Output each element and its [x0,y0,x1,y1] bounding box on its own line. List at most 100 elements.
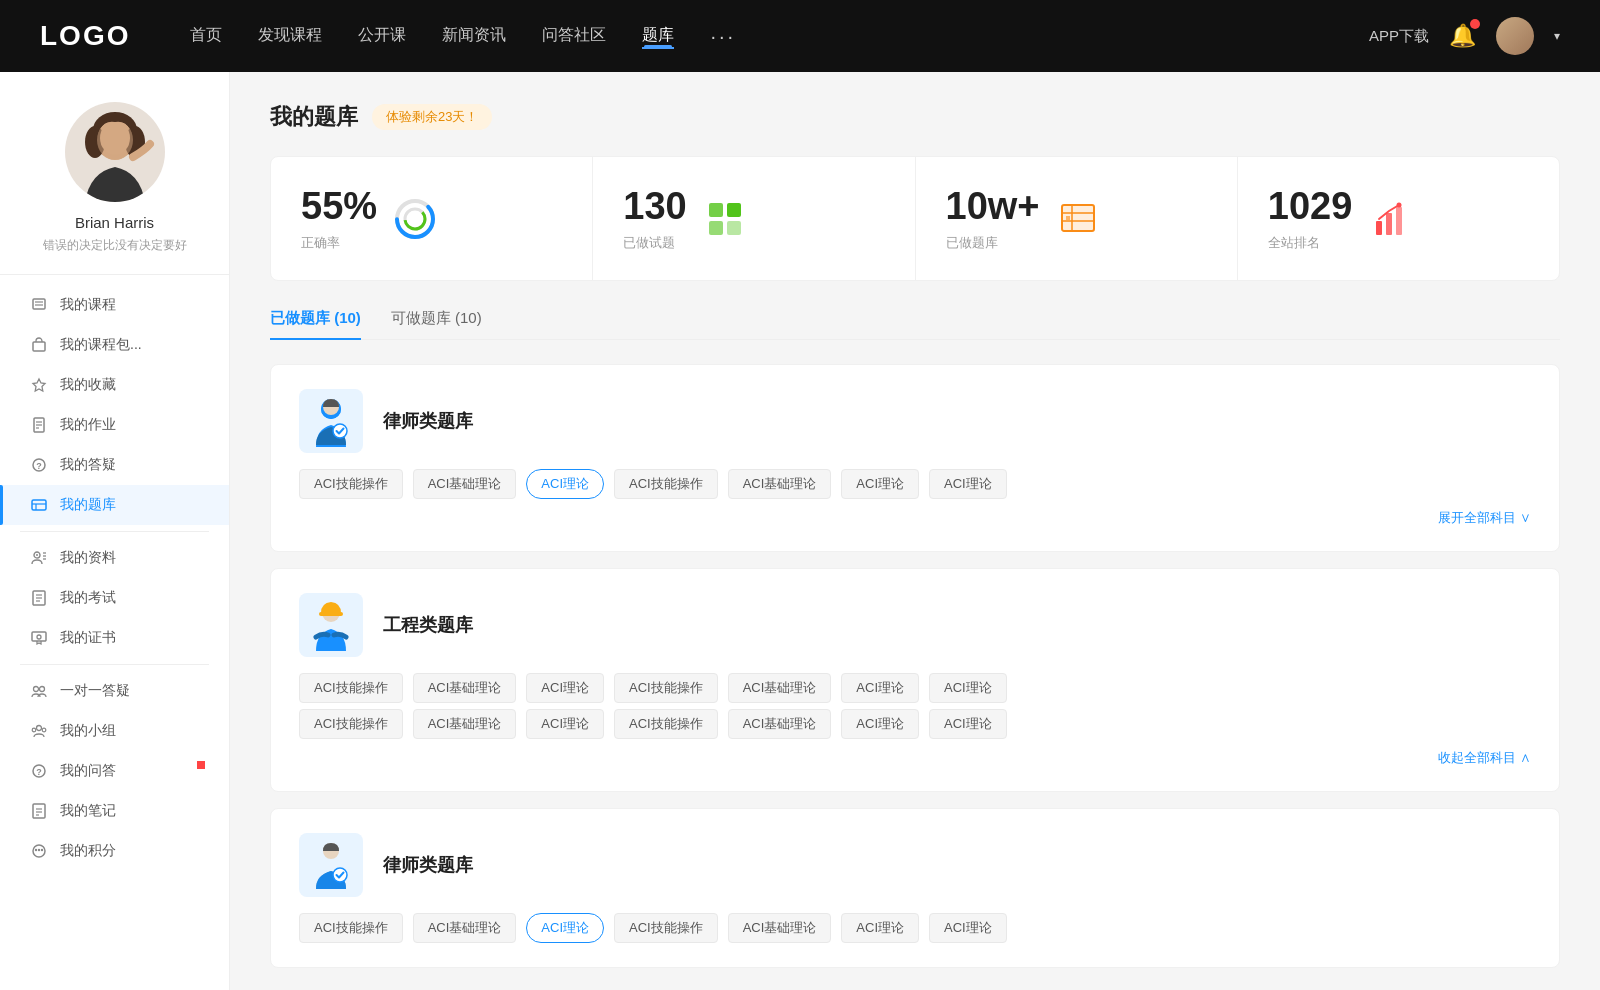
tag[interactable]: ACI理论 [929,469,1007,499]
stat-banks-label: 已做题库 [946,234,1040,252]
tag[interactable]: ACI理论 [841,673,919,703]
sidebar-item-oneone[interactable]: 一对一答疑 [0,671,229,711]
nav-link-open[interactable]: 公开课 [358,25,406,48]
sidebar-item-points[interactable]: 我的积分 [0,831,229,871]
tag[interactable]: ACI理论 [929,709,1007,739]
nav-app-download[interactable]: APP下载 [1369,27,1429,46]
tag[interactable]: ACI技能操作 [299,469,403,499]
tag[interactable]: ACI技能操作 [614,469,718,499]
nav-dropdown-arrow[interactable]: ▾ [1554,29,1560,43]
layout: Brian Harris 错误的决定比没有决定要好 我的课程 我的课程包... [0,72,1600,990]
sidebar-item-cert[interactable]: 我的证书 [0,618,229,658]
tag[interactable]: ACI基础理论 [728,709,832,739]
page-header: 我的题库 体验剩余23天！ [270,102,1560,132]
bank-card-3-icon [299,833,363,897]
stat-rank-value: 1029 [1268,185,1353,228]
stat-accuracy-label: 正确率 [301,234,377,252]
main-content: 我的题库 体验剩余23天！ 55% 正确率 [230,72,1600,990]
nav-link-discover[interactable]: 发现课程 [258,25,322,48]
homework-icon [30,416,48,434]
tag[interactable]: ACI理论 [841,913,919,943]
trial-badge: 体验剩余23天！ [372,104,492,130]
nav-link-news[interactable]: 新闻资讯 [442,25,506,48]
tag[interactable]: ACI技能操作 [299,673,403,703]
tab-done[interactable]: 已做题库 (10) [270,309,361,340]
qa-badge [197,761,205,769]
tag[interactable]: ACI基础理论 [728,673,832,703]
sidebar-item-bank[interactable]: 我的题库 [0,485,229,525]
tab-todo[interactable]: 可做题库 (10) [391,309,482,339]
svg-point-36 [42,728,46,732]
bank-card-2-collapse[interactable]: 收起全部科目 ∧ [299,749,1531,767]
stat-banks: 10w+ 已做题库 [916,157,1238,280]
bank-card-1-tags: ACI技能操作 ACI基础理论 ACI理论 ACI技能操作 ACI基础理论 AC… [299,469,1531,499]
sidebar-item-homework[interactable]: 我的作业 [0,405,229,445]
svg-rect-10 [33,342,45,351]
bank-card-3: 律师类题库 ACI技能操作 ACI基础理论 ACI理论 ACI技能操作 ACI基… [270,808,1560,968]
sidebar-label-exam: 我的考试 [60,589,116,607]
svg-rect-51 [709,203,723,217]
tag[interactable]: ACI理论 [841,709,919,739]
sidebar-item-favorites[interactable]: 我的收藏 [0,365,229,405]
sidebar-item-notes[interactable]: 我的笔记 [0,791,229,831]
tag[interactable]: ACI基础理论 [413,469,517,499]
svg-point-32 [34,686,39,691]
sidebar-label-course: 我的课程 [60,296,116,314]
stat-questions-label: 已做试题 [623,234,686,252]
svg-point-45 [38,849,40,851]
sidebar-item-question[interactable]: ? 我的答疑 [0,445,229,485]
navbar: LOGO 首页 发现课程 公开课 新闻资讯 问答社区 题库 ··· APP下载 … [0,0,1600,72]
nav-logo: LOGO [40,20,130,52]
page-title: 我的题库 [270,102,358,132]
nav-link-qa[interactable]: 问答社区 [542,25,606,48]
tag[interactable]: ACI理论 [526,673,604,703]
tag[interactable]: ACI理论 [841,469,919,499]
svg-rect-70 [319,612,343,616]
profile-avatar [65,102,165,202]
bank-card-1-icon [299,389,363,453]
tag[interactable]: ACI理论 [929,913,1007,943]
tag[interactable]: ACI基础理论 [413,673,517,703]
svg-rect-52 [727,203,741,217]
bank-card-2-tags-row1: ACI技能操作 ACI基础理论 ACI理论 ACI技能操作 ACI基础理论 AC… [299,673,1531,703]
svg-point-44 [35,849,37,851]
tag-active[interactable]: ACI理论 [526,469,604,499]
svg-rect-54 [727,221,741,235]
nav-link-home[interactable]: 首页 [190,25,222,48]
svg-rect-63 [1396,207,1402,235]
tag[interactable]: ACI基础理论 [728,913,832,943]
tag[interactable]: ACI理论 [526,709,604,739]
tag[interactable]: ACI基础理论 [413,913,517,943]
svg-rect-62 [1386,213,1392,235]
stat-questions-icon [703,197,747,241]
tag[interactable]: ACI技能操作 [614,673,718,703]
svg-rect-53 [709,221,723,235]
sidebar-divider-2 [20,664,209,665]
tag[interactable]: ACI技能操作 [614,709,718,739]
sidebar-label-qa: 我的问答 [60,762,116,780]
sidebar-label-favorites: 我的收藏 [60,376,116,394]
oneone-icon [30,682,48,700]
stat-rank: 1029 全站排名 [1238,157,1559,280]
sidebar-item-material[interactable]: 我的资料 [0,538,229,578]
stat-accuracy-text: 55% 正确率 [301,185,377,252]
nav-avatar[interactable] [1496,17,1534,55]
bank-card-1-expand[interactable]: 展开全部科目 ∨ [299,509,1531,527]
svg-marker-11 [33,379,45,391]
tag[interactable]: ACI技能操作 [299,709,403,739]
tag[interactable]: ACI基础理论 [413,709,517,739]
tag-active[interactable]: ACI理论 [526,913,604,943]
tag[interactable]: ACI理论 [929,673,1007,703]
sidebar-item-exam[interactable]: 我的考试 [0,578,229,618]
tag[interactable]: ACI技能操作 [299,913,403,943]
sidebar-item-qa[interactable]: ? 我的问答 [0,751,229,791]
tag[interactable]: ACI技能操作 [614,913,718,943]
tag[interactable]: ACI基础理论 [728,469,832,499]
sidebar-item-package[interactable]: 我的课程包... [0,325,229,365]
sidebar-item-group[interactable]: 我的小组 [0,711,229,751]
nav-bell[interactable]: 🔔 [1449,23,1476,49]
profile-name: Brian Harris [20,214,209,231]
svg-point-64 [1397,202,1402,207]
sidebar-item-course[interactable]: 我的课程 [0,285,229,325]
nav-link-more[interactable]: ··· [710,25,736,48]
